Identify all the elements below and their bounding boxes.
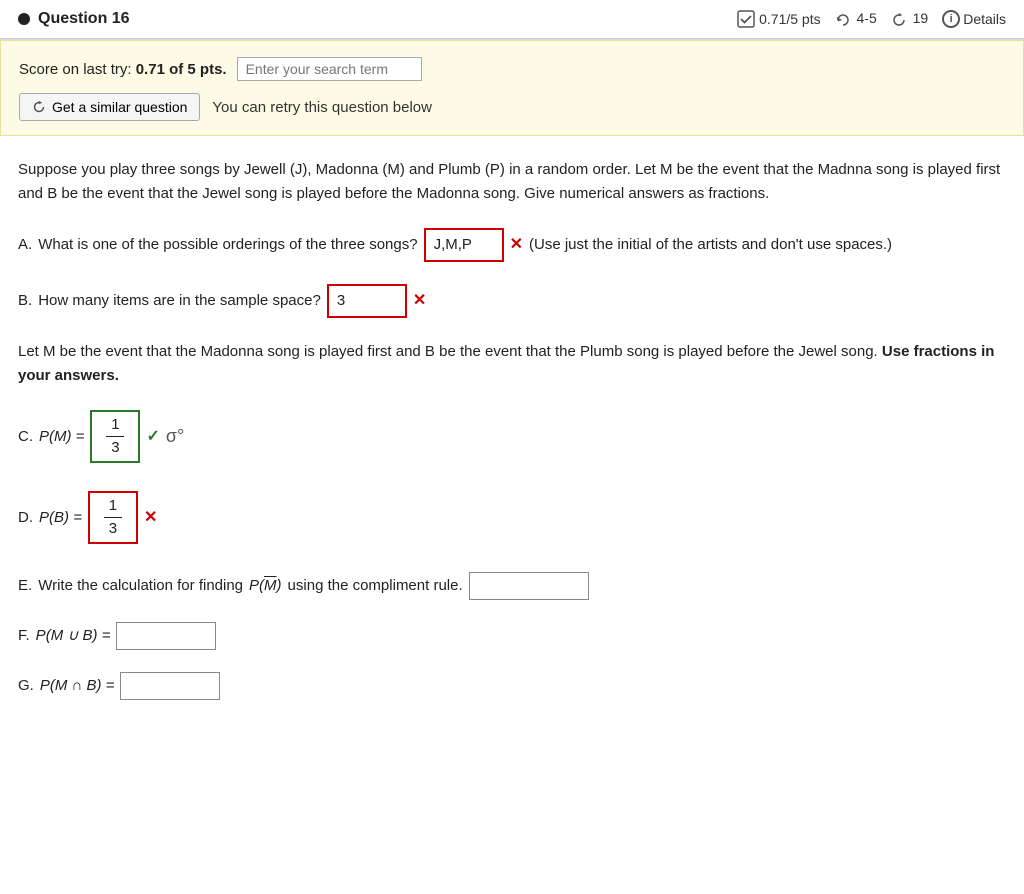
fraction-line-d [104, 517, 122, 518]
part-f-row: F. P(M ∪ B) = [18, 622, 1006, 650]
question-title: Question 16 [38, 10, 130, 28]
part-d-row: D. P(B) = 1 3 ✕ [18, 491, 1006, 544]
part-f-label: F. [18, 624, 30, 648]
part-c-check: ✓ [146, 424, 159, 450]
fraction-line [106, 436, 124, 437]
part-c-label: C. [18, 425, 33, 449]
part-b-label: B. [18, 289, 32, 313]
part-a-label: A. [18, 233, 32, 257]
part-b-row: B. How many items are in the sample spac… [18, 284, 1006, 318]
part-d-label: D. [18, 506, 33, 530]
attempt-info: 4-5 [835, 10, 877, 27]
part-e-text2: using the compliment rule. [288, 574, 463, 598]
part-e-text: Write the calculation for finding [38, 574, 243, 598]
part-g-expression: P(M ∩ B) = [40, 674, 115, 698]
refresh-icon [891, 12, 907, 28]
part-g-answer[interactable] [120, 672, 220, 700]
part-a-row: A. What is one of the possible orderings… [18, 228, 1006, 262]
part-c: C. P(M) = 1 3 ✓ σ° [18, 410, 1006, 463]
score-pts: 0.71/5 pts [737, 10, 821, 28]
part-d-expression: P(B) = [39, 506, 82, 530]
refresh-small-icon [32, 100, 46, 114]
retry-row: Get a similar question You can retry thi… [19, 93, 1005, 121]
part-c-sigma-icon[interactable]: σ° [166, 422, 184, 451]
part-d-denominator: 3 [109, 520, 117, 538]
info-icon: i [942, 10, 960, 28]
part-g-label: G. [18, 674, 34, 698]
part-a: A. What is one of the possible orderings… [18, 228, 1006, 262]
details-link[interactable]: i Details [942, 10, 1006, 28]
part-b-answer[interactable]: 3 [327, 284, 407, 318]
part-d-fraction[interactable]: 1 3 [88, 491, 138, 544]
part-g-row: G. P(M ∩ B) = [18, 672, 1006, 700]
part-f-expression: P(M ∪ B) = [36, 624, 111, 648]
header-meta: 0.71/5 pts 4-5 19 i Details [737, 10, 1006, 28]
part-e: E. Write the calculation for finding P(M… [18, 572, 1006, 600]
part-d: D. P(B) = 1 3 ✕ [18, 491, 1006, 544]
score-banner: Score on last try: 0.71 of 5 pts. Get a … [0, 40, 1024, 136]
mid-text: Let M be the event that the Madonna song… [18, 340, 1006, 388]
part-a-mark: ✕ [510, 232, 523, 258]
part-b: B. How many items are in the sample spac… [18, 284, 1006, 318]
undo-icon [835, 12, 851, 28]
part-g: G. P(M ∩ B) = [18, 672, 1006, 700]
similar-question-button[interactable]: Get a similar question [19, 93, 200, 121]
search-input[interactable] [237, 57, 422, 81]
main-content: Suppose you play three songs by Jewell (… [0, 136, 1024, 752]
score-text: Score on last try: 0.71 of 5 pts. [19, 61, 227, 78]
score-line: Score on last try: 0.71 of 5 pts. [19, 57, 1005, 81]
score-value: 0.71/5 pts [759, 11, 821, 27]
part-e-label: E. [18, 574, 32, 598]
retry-text: You can retry this question below [212, 99, 432, 116]
retry-count-area: 19 [891, 10, 928, 27]
part-b-mark: ✕ [413, 288, 426, 314]
part-f-answer[interactable] [116, 622, 216, 650]
header: Question 16 0.71/5 pts 4-5 19 i Details [0, 0, 1024, 39]
part-a-answer[interactable]: J,M,P [424, 228, 504, 262]
part-a-hint: (Use just the initial of the artists and… [529, 233, 892, 257]
question-intro: Suppose you play three songs by Jewell (… [18, 158, 1006, 206]
part-e-row: E. Write the calculation for finding P(M… [18, 572, 1006, 600]
part-d-numerator: 1 [109, 497, 117, 515]
question-title-area: Question 16 [18, 10, 130, 28]
part-a-text: What is one of the possible orderings of… [38, 233, 417, 257]
part-f: F. P(M ∪ B) = [18, 622, 1006, 650]
part-c-denominator: 3 [111, 439, 119, 457]
part-c-expression: P(M) = [39, 425, 84, 449]
part-c-numerator: 1 [111, 416, 119, 434]
question-dot-icon [18, 13, 30, 25]
score-icon [737, 10, 755, 28]
part-d-mark: ✕ [144, 505, 157, 531]
part-e-expression: P(M) [249, 574, 282, 598]
part-c-fraction[interactable]: 1 3 [90, 410, 140, 463]
part-e-answer[interactable] [469, 572, 589, 600]
part-c-row: C. P(M) = 1 3 ✓ σ° [18, 410, 1006, 463]
part-b-text: How many items are in the sample space? [38, 289, 321, 313]
